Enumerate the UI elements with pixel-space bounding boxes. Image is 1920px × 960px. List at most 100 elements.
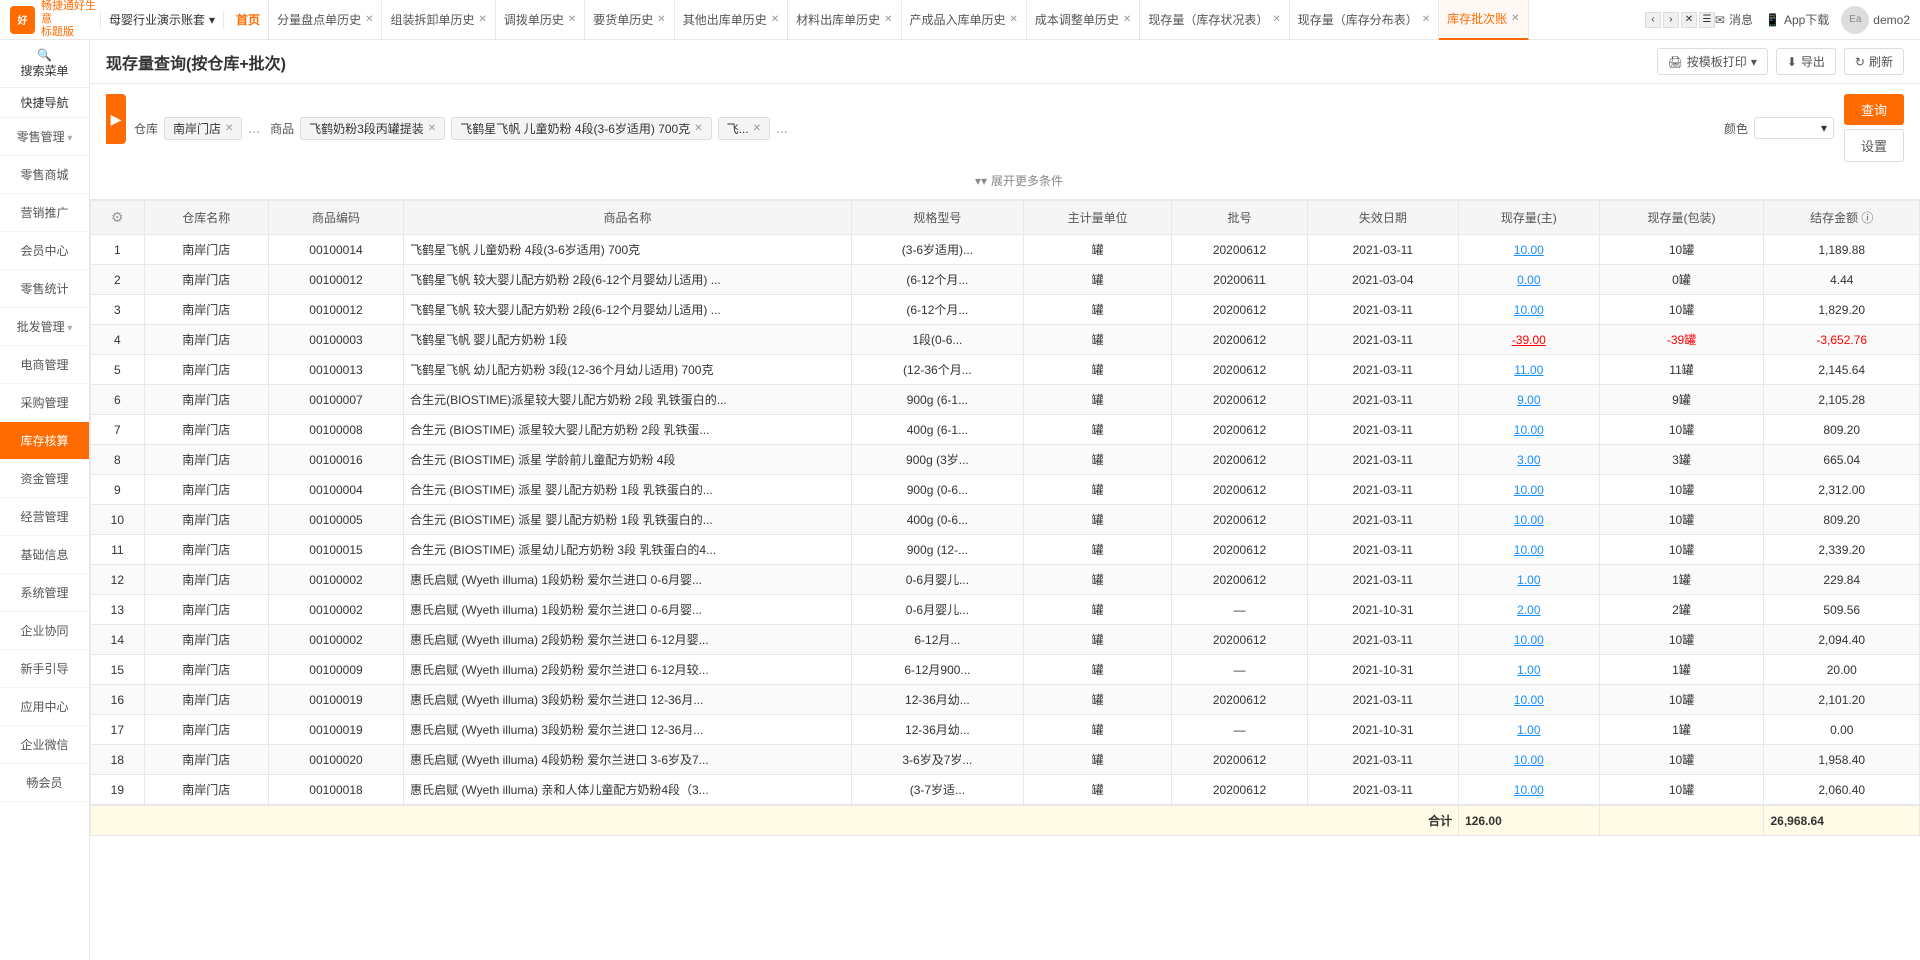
- goods-more-dots[interactable]: ...: [776, 120, 788, 136]
- row-qty[interactable]: 10.00: [1459, 745, 1599, 775]
- row-spec: 6-12月...: [852, 625, 1024, 655]
- sidebar-item-10[interactable]: 经营管理: [0, 498, 89, 536]
- sidebar-item-1[interactable]: 零售商城: [0, 156, 89, 194]
- row-qty[interactable]: 2.00: [1459, 595, 1599, 625]
- sidebar-item-3[interactable]: 会员中心: [0, 232, 89, 270]
- print-button[interactable]: 🖨 按模板打印 ▾: [1657, 48, 1768, 75]
- sidebar-item-11[interactable]: 基础信息: [0, 536, 89, 574]
- sidebar-item-17[interactable]: 畅会员: [0, 764, 89, 802]
- sidebar-item-7[interactable]: 采购管理: [0, 384, 89, 422]
- sidebar-item-12[interactable]: 系统管理: [0, 574, 89, 612]
- user-menu[interactable]: Ea demo2: [1841, 6, 1910, 34]
- tab-prev-arrow[interactable]: ‹: [1645, 12, 1661, 28]
- message-btn[interactable]: ✉ 消息: [1715, 11, 1753, 28]
- row-qty-pack: 10罐: [1599, 505, 1764, 535]
- tab-item[interactable]: 现存量（库存分布表）✕: [1290, 0, 1439, 40]
- tab-item[interactable]: 现存量（库存状况表）✕: [1140, 0, 1289, 40]
- row-expire: 2021-10-31: [1307, 715, 1458, 745]
- warehouse-tag-1[interactable]: 南岸门店 ✕: [164, 117, 242, 140]
- sidebar-item-15[interactable]: 应用中心: [0, 688, 89, 726]
- goods-tag-2[interactable]: 飞鹤星飞帆 儿童奶粉 4段(3-6岁适用) 700克 ✕: [451, 117, 711, 140]
- setting-button[interactable]: 设置: [1844, 129, 1904, 162]
- sidebar-item-2[interactable]: 营销推广: [0, 194, 89, 232]
- tab-close-icon[interactable]: ✕: [568, 14, 576, 25]
- tab-close-icon[interactable]: ✕: [478, 14, 486, 25]
- row-amount: -3,652.76: [1764, 325, 1920, 355]
- logo-area: 好 畅捷通好生意 标题版: [10, 0, 100, 39]
- sidebar-item-16[interactable]: 企业微信: [0, 726, 89, 764]
- row-qty[interactable]: 1.00: [1459, 655, 1599, 685]
- tab-item[interactable]: 产成品入库单历史✕: [902, 0, 1027, 40]
- tab-item[interactable]: 成本调整单历史✕: [1027, 0, 1140, 40]
- sidebar-item-5[interactable]: 批发管理 ▾: [0, 308, 89, 346]
- warehouse-more-dots[interactable]: ...: [248, 120, 260, 136]
- tab-close-icon[interactable]: ✕: [1511, 13, 1519, 24]
- row-batch: 20200612: [1172, 745, 1307, 775]
- sidebar-item-13[interactable]: 企业协同: [0, 612, 89, 650]
- row-qty[interactable]: 1.00: [1459, 565, 1599, 595]
- sidebar-item-6[interactable]: 电商管理: [0, 346, 89, 384]
- row-qty[interactable]: 10.00: [1459, 775, 1599, 806]
- account-dropdown[interactable]: 母婴行业演示账套 ▾: [100, 11, 224, 28]
- row-qty[interactable]: 10.00: [1459, 685, 1599, 715]
- tab-close-icon[interactable]: ✕: [1272, 14, 1280, 25]
- row-qty[interactable]: 10.00: [1459, 295, 1599, 325]
- remove-goods-3-icon[interactable]: ✕: [753, 123, 761, 134]
- tab-next-arrow[interactable]: ›: [1663, 12, 1679, 28]
- row-spec: (3-7岁适...: [852, 775, 1024, 806]
- sidebar-item-8[interactable]: 库存核算: [0, 422, 89, 460]
- tab-close-icon[interactable]: ✕: [771, 14, 779, 25]
- tab-close-icon[interactable]: ✕: [365, 14, 373, 25]
- row-amount: 1,189.88: [1764, 235, 1920, 265]
- tab-item[interactable]: 组装拆卸单历史✕: [382, 0, 495, 40]
- sidebar: 🔍 搜索菜单 快捷导航 零售管理 ▾零售商城营销推广会员中心零售统计批发管理 ▾…: [0, 40, 90, 960]
- tab-close-icon[interactable]: ✕: [1422, 14, 1430, 25]
- tab-menu-arrow[interactable]: ☰: [1699, 12, 1715, 28]
- sidebar-search[interactable]: 🔍 搜索菜单: [0, 40, 89, 88]
- sidebar-item-0[interactable]: 零售管理 ▾: [0, 118, 89, 156]
- row-qty[interactable]: -39.00: [1459, 325, 1599, 355]
- sidebar-item-4[interactable]: 零售统计: [0, 270, 89, 308]
- remove-goods-2-icon[interactable]: ✕: [694, 123, 702, 134]
- export-button[interactable]: ⬇ 导出: [1776, 48, 1836, 75]
- row-qty[interactable]: 10.00: [1459, 535, 1599, 565]
- row-qty[interactable]: 10.00: [1459, 415, 1599, 445]
- tab-close-icon[interactable]: ✕: [1123, 14, 1131, 25]
- row-qty[interactable]: 10.00: [1459, 235, 1599, 265]
- tab-item[interactable]: 首页: [228, 0, 269, 40]
- row-qty[interactable]: 3.00: [1459, 445, 1599, 475]
- goods-tag-1[interactable]: 飞鹤奶粉3段丙罐提装 ✕: [300, 117, 445, 140]
- sidebar-item-9[interactable]: 资金管理: [0, 460, 89, 498]
- row-qty[interactable]: 10.00: [1459, 475, 1599, 505]
- col-settings[interactable]: ⚙: [91, 201, 145, 235]
- sidebar-quick-nav[interactable]: 快捷导航: [0, 88, 89, 118]
- expand-more-btn[interactable]: ▾▾ 展开更多条件: [975, 172, 1063, 189]
- sidebar-item-14[interactable]: 新手引导: [0, 650, 89, 688]
- row-qty[interactable]: 10.00: [1459, 505, 1599, 535]
- tab-item[interactable]: 分量盘点单历史✕: [269, 0, 382, 40]
- tab-item[interactable]: 库存批次账✕: [1439, 0, 1528, 40]
- tab-close-arrow[interactable]: ✕: [1681, 12, 1697, 28]
- tab-close-icon[interactable]: ✕: [1010, 14, 1018, 25]
- color-dropdown[interactable]: ▾: [1754, 117, 1834, 139]
- tab-item[interactable]: 其他出库单历史✕: [675, 0, 788, 40]
- row-qty[interactable]: 11.00: [1459, 355, 1599, 385]
- refresh-button[interactable]: ↻ 刷新: [1844, 48, 1904, 75]
- row-qty[interactable]: 1.00: [1459, 715, 1599, 745]
- row-no: 4: [91, 325, 145, 355]
- tab-close-icon[interactable]: ✕: [657, 14, 665, 25]
- row-qty[interactable]: 0.00: [1459, 265, 1599, 295]
- app-download-btn[interactable]: 📱 App下载: [1765, 11, 1829, 28]
- row-qty[interactable]: 9.00: [1459, 385, 1599, 415]
- filter-toggle-btn[interactable]: ▶: [106, 94, 126, 144]
- settings-icon[interactable]: ⚙: [111, 209, 124, 225]
- tab-close-icon[interactable]: ✕: [884, 14, 892, 25]
- tab-item[interactable]: 调拨单历史✕: [496, 0, 585, 40]
- tab-item[interactable]: 材料出库单历史✕: [788, 0, 901, 40]
- query-button[interactable]: 查询: [1844, 94, 1904, 125]
- remove-goods-1-icon[interactable]: ✕: [428, 123, 436, 134]
- remove-warehouse-1-icon[interactable]: ✕: [225, 123, 233, 134]
- row-qty[interactable]: 10.00: [1459, 625, 1599, 655]
- goods-tag-3[interactable]: 飞... ✕: [718, 117, 770, 140]
- tab-item[interactable]: 要货单历史✕: [585, 0, 674, 40]
